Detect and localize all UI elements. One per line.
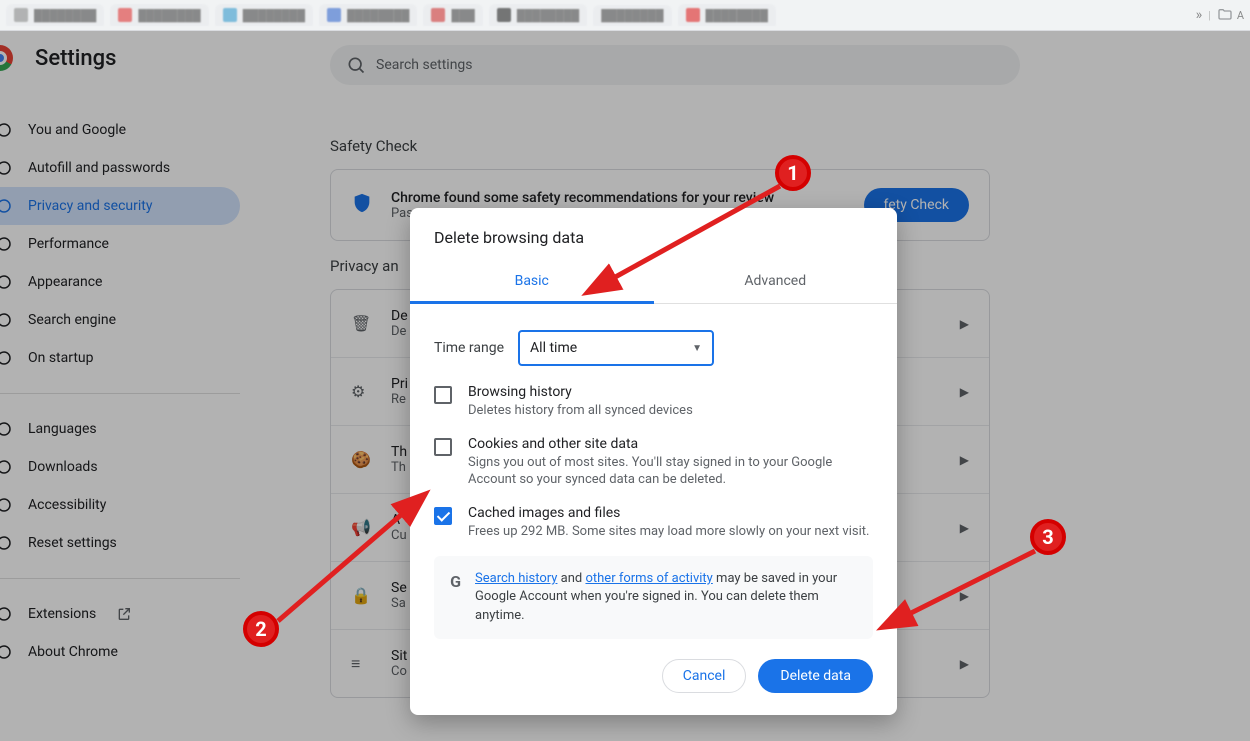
option-title: Cached images and files [468,505,869,521]
clear-option: Cookies and other site data Signs you out… [434,436,873,489]
tab-advanced[interactable]: Advanced [654,261,898,303]
time-range-value: All time [530,340,577,356]
browser-tab[interactable]: ████████ [678,4,776,26]
browser-tab[interactable]: ████████ [6,4,104,26]
option-title: Cookies and other site data [468,436,873,452]
chevron-down-icon: ▼ [692,343,702,354]
checkbox[interactable] [434,438,452,456]
checkbox[interactable] [434,507,452,525]
google-g-icon: G [450,570,461,592]
clear-option: Browsing history Deletes history from all… [434,384,873,420]
tab-basic[interactable]: Basic [410,261,654,304]
clear-option: Cached images and files Frees up 292 MB. … [434,505,873,541]
bookmarks-folder[interactable]: A [1217,7,1244,23]
browser-tab[interactable]: ████████ [215,4,313,26]
delete-browsing-data-dialog: Delete browsing data Basic Advanced Time… [410,208,897,715]
browser-tab[interactable]: ████████ [110,4,208,26]
browser-tab[interactable]: ████████ [489,4,587,26]
other-activity-link[interactable]: other forms of activity [585,571,712,586]
annotation-badge-1: 1 [775,155,811,191]
cancel-button[interactable]: Cancel [662,659,747,693]
browser-tabstrip: ████████ ████████ ████████ ████████ ███ … [0,0,1250,31]
browser-tab[interactable]: ████████ [593,5,671,26]
google-account-info: G Search history and other forms of acti… [434,556,873,639]
tabs-overflow-icon[interactable]: » [1196,7,1203,23]
option-desc: Deletes history from all synced devices [468,402,693,420]
bookmarks-label: A [1237,9,1244,22]
browser-tab[interactable]: ████████ [319,4,417,26]
option-title: Browsing history [468,384,693,400]
time-range-label: Time range [434,340,504,356]
delete-data-button[interactable]: Delete data [758,659,873,693]
option-desc: Signs you out of most sites. You'll stay… [468,454,873,489]
annotation-badge-2: 2 [243,611,279,647]
search-history-link[interactable]: Search history [475,571,557,586]
dialog-title: Delete browsing data [410,208,897,261]
browser-tab[interactable]: ███ [423,4,482,26]
time-range-select[interactable]: All time ▼ [518,330,714,366]
checkbox[interactable] [434,386,452,404]
option-desc: Frees up 292 MB. Some sites may load mor… [468,523,869,541]
annotation-badge-3: 3 [1030,519,1066,555]
